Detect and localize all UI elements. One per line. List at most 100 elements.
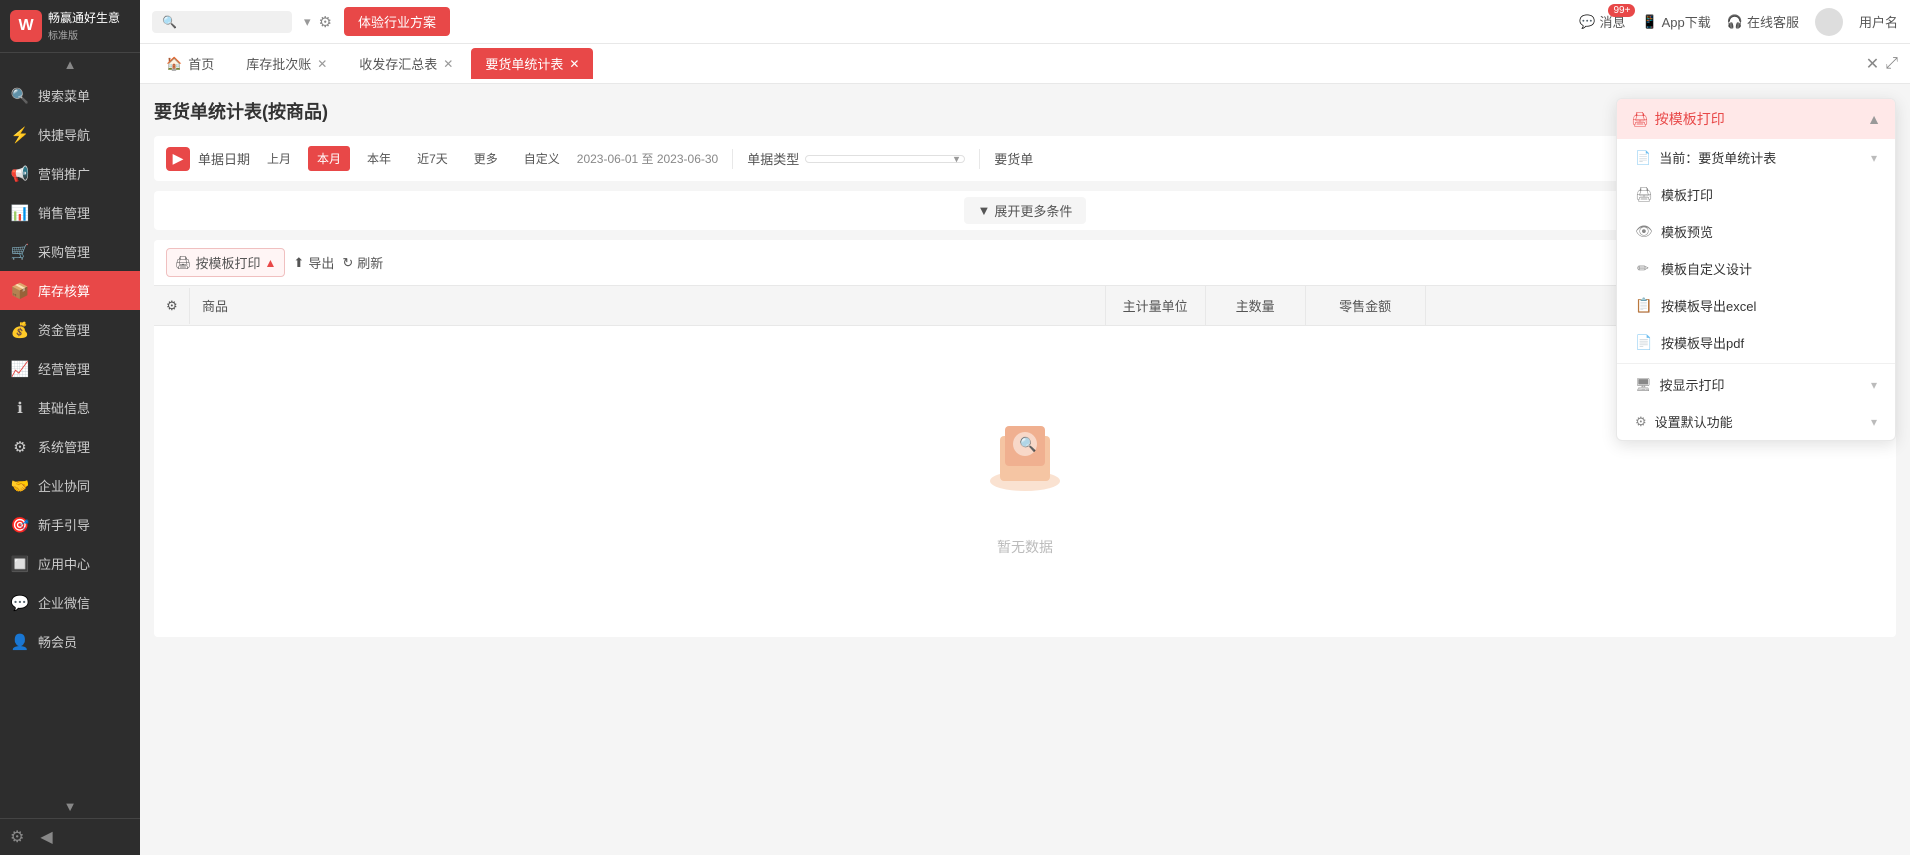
sidebar-item-label: 应用中心 [38, 554, 130, 573]
collapse-icon[interactable]: ◀ [40, 827, 52, 847]
filter-divider-2 [979, 149, 980, 169]
print-template-button[interactable]: 🖨 按模板打印 ▲ [166, 248, 285, 277]
online-service-button[interactable]: 🎧 在线客服 [1727, 12, 1799, 31]
username-label[interactable]: 用户名 [1859, 12, 1898, 31]
tabs-close-button[interactable]: ✕ [1866, 54, 1879, 74]
dropdown-export-pdf[interactable]: 📄 按模板导出pdf [1617, 324, 1895, 361]
corp-icon: 🤝 [10, 477, 30, 495]
tabs-right-controls: ✕ ⤢ [1866, 54, 1898, 74]
expand-filter-button[interactable]: ▼ 展开更多条件 [964, 197, 1087, 224]
message-button[interactable]: 💬 消息 99+ [1579, 12, 1625, 31]
current-template-label: 当前：要货单统计表 [1659, 148, 1776, 167]
tab-home[interactable]: 🏠 首页 [152, 48, 228, 79]
sidebar-item-marketing[interactable]: 📢 营销推广 [0, 154, 140, 193]
sidebar-item-member[interactable]: 👤 畅会员 [0, 622, 140, 661]
dropdown-title: 按模板打印 [1655, 109, 1725, 129]
template-preview-label: 模板预览 [1661, 222, 1877, 241]
bill-type-select[interactable] [805, 155, 965, 163]
export-excel-icon: 📋 [1635, 297, 1651, 314]
app-download-button[interactable]: 📱 App下载 [1641, 12, 1710, 31]
dropdown-display-print[interactable]: 🖥 按显示打印 ▾ [1617, 366, 1895, 403]
sidebar-item-label: 基础信息 [38, 398, 130, 417]
date-range-display: 2023-06-01 至 2023-06-30 [577, 150, 718, 167]
filter-toggle-button[interactable]: ▶ [166, 147, 190, 171]
finance-icon: 💰 [10, 321, 30, 339]
bill-type-label: 单据类型 [747, 149, 799, 168]
tab-inventory-batch-label: 库存批次账 [246, 54, 311, 73]
date-btn-more[interactable]: 更多 [465, 146, 507, 171]
dropdown-template-print[interactable]: 🖨 模板打印 [1617, 176, 1895, 213]
th-settings[interactable]: ⚙ [154, 288, 190, 324]
trial-industry-button[interactable]: 体验行业方案 [344, 7, 450, 36]
dropdown-export-excel[interactable]: 📋 按模板导出excel [1617, 287, 1895, 324]
member-icon: 👤 [10, 633, 30, 651]
date-btn-this-month[interactable]: 本月 [308, 146, 350, 171]
user-avatar[interactable] [1815, 8, 1843, 36]
sidebar-item-wxwork[interactable]: 💬 企业微信 [0, 583, 140, 622]
dropdown-header: 🖨 按模板打印 ▲ [1617, 99, 1895, 139]
dropdown-print-icon: 🖨 [1631, 111, 1649, 128]
template-print-label: 模板打印 [1661, 185, 1877, 204]
tab-order-stats-close[interactable]: ✕ [569, 57, 579, 71]
date-btn-last-month[interactable]: 上月 [258, 146, 300, 171]
settings-icon[interactable]: ⚙ [10, 827, 24, 847]
sidebar-item-appcenter[interactable]: 🔲 应用中心 [0, 544, 140, 583]
date-btn-this-year[interactable]: 本年 [358, 146, 400, 171]
sidebar-item-label: 新手引导 [38, 515, 130, 534]
tab-receive-summary-close[interactable]: ✕ [443, 57, 453, 71]
service-icon: 🎧 [1727, 14, 1743, 30]
sidebar-item-label: 搜索菜单 [38, 86, 130, 105]
tab-order-stats[interactable]: 要货单统计表 ✕ [471, 48, 593, 79]
sidebar-item-label: 企业微信 [38, 593, 130, 612]
sidebar-item-operation[interactable]: 📈 经营管理 [0, 349, 140, 388]
sidebar-item-purchase[interactable]: 🛒 采购管理 [0, 232, 140, 271]
refresh-button[interactable]: ↻ 刷新 [342, 253, 383, 272]
sidebar: W 畅赢通好生意 标准版 ▲ 🔍 搜索菜单 ⚡ 快捷导航 📢 营销推广 📊 销售… [0, 0, 140, 855]
export-button[interactable]: ⬆ 导出 [293, 253, 334, 272]
display-print-arrow: ▾ [1871, 378, 1877, 392]
default-func-icon: ⚙ [1635, 414, 1647, 430]
sidebar-item-basicinfo[interactable]: ℹ 基础信息 [0, 388, 140, 427]
refresh-label: 刷新 [357, 253, 383, 272]
export-icon: ⬆ [293, 255, 304, 271]
tab-inventory-batch-close[interactable]: ✕ [317, 57, 327, 71]
sidebar-item-guide[interactable]: 🎯 新手引导 [0, 505, 140, 544]
inventory-icon: 📦 [10, 282, 30, 300]
wxwork-icon: 💬 [10, 594, 30, 612]
download-icon: 📱 [1641, 14, 1657, 30]
sidebar-item-label: 系统管理 [38, 437, 130, 456]
tab-inventory-batch[interactable]: 库存批次账 ✕ [232, 48, 341, 79]
sidebar-item-system[interactable]: ⚙ 系统管理 [0, 427, 140, 466]
sidebar-item-search[interactable]: 🔍 搜索菜单 [0, 76, 140, 115]
export-pdf-label: 按模板导出pdf [1661, 333, 1877, 352]
sidebar-item-inventory[interactable]: 📦 库存核算 [0, 271, 140, 310]
topbar-dropdown-arrow[interactable]: ▾ [304, 14, 311, 30]
sidebar-scroll-down[interactable]: ▼ [0, 795, 140, 818]
dropdown-collapse-icon[interactable]: ▲ [1867, 111, 1881, 127]
date-btn-last-7days[interactable]: 近7天 [408, 146, 457, 171]
display-print-label: 按显示打印 [1660, 375, 1725, 394]
sidebar-logo: W 畅赢通好生意 标准版 [0, 0, 140, 53]
topbar-settings-icon[interactable]: ⚙ [319, 13, 332, 31]
expand-filter-icon: ▼ [978, 203, 991, 218]
topbar-search-box[interactable]: 🔍 [152, 11, 292, 33]
sidebar-item-sales[interactable]: 📊 销售管理 [0, 193, 140, 232]
tabs-maximize-button[interactable]: ⤢ [1885, 55, 1898, 73]
th-goods: 商品 [190, 286, 1106, 325]
sidebar-item-shortcut[interactable]: ⚡ 快捷导航 [0, 115, 140, 154]
template-print-icon: 🖨 [1635, 186, 1651, 203]
dropdown-template-preview[interactable]: 👁 模板预览 [1617, 213, 1895, 250]
tab-receive-summary[interactable]: 收发存汇总表 ✕ [345, 48, 467, 79]
sidebar-scroll-up[interactable]: ▲ [0, 53, 140, 76]
message-badge: 99+ [1608, 4, 1635, 17]
dropdown-default-function[interactable]: ⚙ 设置默认功能 ▾ [1617, 403, 1895, 440]
date-btn-custom[interactable]: 自定义 [515, 146, 569, 171]
home-icon: 🏠 [166, 56, 182, 72]
template-preview-icon: 👁 [1635, 223, 1651, 240]
dropdown-current-template[interactable]: 📄 当前：要货单统计表 ▾ [1617, 139, 1895, 176]
sidebar-item-finance[interactable]: 💰 资金管理 [0, 310, 140, 349]
empty-text: 暂无数据 [997, 537, 1053, 557]
sidebar-item-corp[interactable]: 🤝 企业协同 [0, 466, 140, 505]
dropdown-template-design[interactable]: ✏ 模板自定义设计 [1617, 250, 1895, 287]
search-icon: 🔍 [10, 87, 30, 105]
